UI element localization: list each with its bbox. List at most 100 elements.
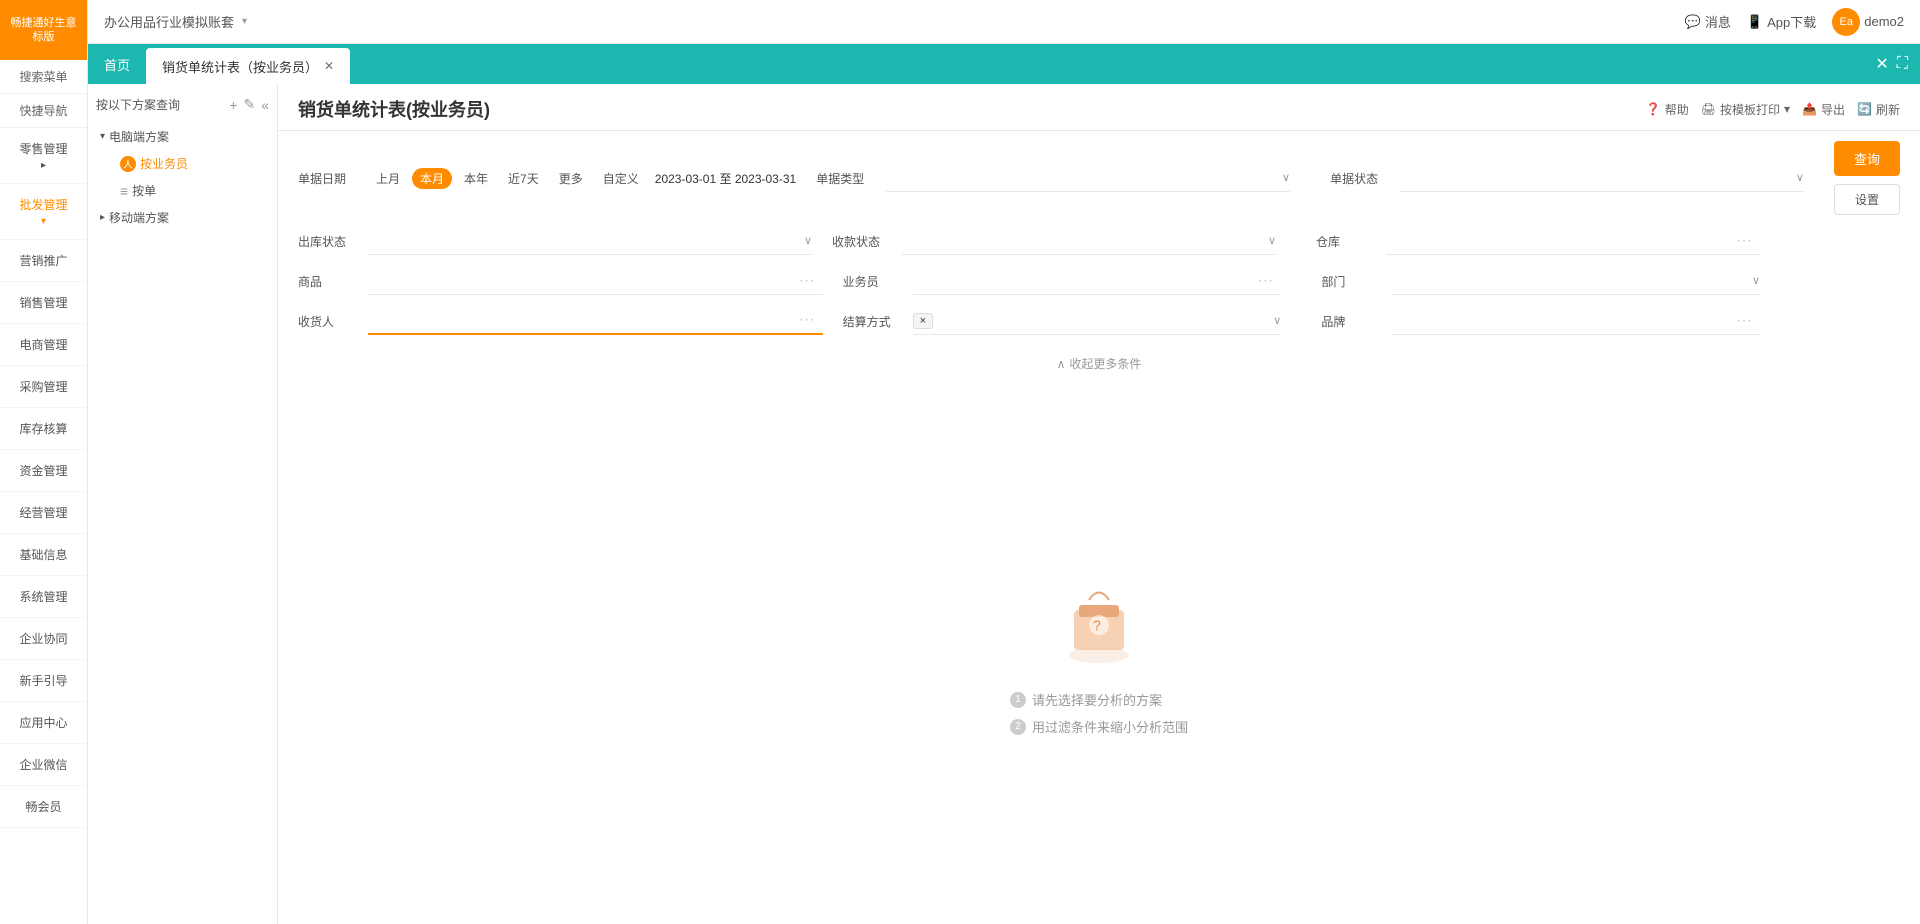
doc-status-arrow: ∨: [1796, 171, 1804, 184]
date-label: 单据日期: [298, 170, 368, 187]
edit-scheme-icon[interactable]: ✎: [243, 96, 255, 113]
collapse-label: 收起更多条件: [1069, 355, 1141, 372]
mobile-group-label: 移动端方案: [109, 209, 169, 226]
sidebar-item-inventory[interactable]: 库存核算: [0, 408, 87, 450]
add-scheme-icon[interactable]: +: [229, 97, 237, 113]
tab-close-icon[interactable]: ✕: [324, 59, 334, 73]
payment-status-arrow: ∨: [1268, 234, 1276, 247]
settlement-select[interactable]: × ∨: [913, 307, 1282, 335]
salesperson-field[interactable]: ···: [913, 267, 1282, 295]
app-download-btn[interactable]: 📱 App下载: [1747, 12, 1816, 31]
breadcrumb-dropdown-icon[interactable]: ▾: [242, 16, 247, 27]
left-panel-header: 按以下方案查询 + ✎ «: [96, 96, 269, 113]
last7-btn[interactable]: 近7天: [500, 168, 547, 189]
sidebar-search[interactable]: 搜索菜单: [0, 60, 87, 94]
export-btn[interactable]: 📤 导出: [1802, 101, 1845, 118]
tab-home[interactable]: 首页: [88, 44, 146, 84]
main-area: 办公用品行业模拟账套 ▾ 💬 消息 📱 App下载 Ea demo2 首页 销货…: [88, 0, 1920, 924]
salesperson-scheme-icon: 人: [120, 156, 136, 172]
sidebar-item-purchase[interactable]: 采购管理: [0, 366, 87, 408]
payment-status-label: 收款状态: [832, 233, 902, 250]
sidebar-item-sales[interactable]: 销售管理: [0, 282, 87, 324]
template-print-label: 按模板打印: [1720, 101, 1780, 118]
empty-illustration: ?: [1049, 570, 1149, 670]
doc-status-select[interactable]: ∨: [1400, 164, 1804, 192]
scheme-by-order[interactable]: ≡ 按单: [116, 177, 269, 204]
sales-label: 销售管理: [19, 294, 67, 311]
sidebar-item-marketing[interactable]: 营销推广: [0, 240, 87, 282]
tip-1-text: 请先选择要分析的方案: [1032, 690, 1162, 709]
desktop-group-label: 电脑端方案: [109, 128, 169, 145]
product-field[interactable]: ···: [368, 267, 823, 295]
last-month-btn[interactable]: 上月: [368, 168, 408, 189]
date-quick-btns: 上月 本月 本年 近7天 更多 自定义: [368, 168, 647, 189]
sidebar-item-operations[interactable]: 经营管理: [0, 492, 87, 534]
sidebar-item-finance[interactable]: 资金管理: [0, 450, 87, 492]
sidebar-item-ecommerce[interactable]: 电商管理: [0, 324, 87, 366]
sidebar-item-basic[interactable]: 基础信息: [0, 534, 87, 576]
tab-sales-stat[interactable]: 销货单统计表（按业务员） ✕: [146, 48, 350, 84]
date-range-value: 2023-03-01 至 2023-03-31: [655, 170, 796, 187]
collapse-conditions-btn[interactable]: ∧ 收起更多条件: [298, 347, 1900, 380]
collapse-icon: ∧: [1057, 357, 1066, 371]
right-content: 销货单统计表(按业务员) ❓ 帮助 🖨 按模板打印 ▾ 📤 导出: [278, 84, 1920, 924]
out-status-arrow: ∨: [804, 234, 812, 247]
refresh-btn[interactable]: 🔄 刷新: [1857, 101, 1900, 118]
brand-dots: ···: [1736, 312, 1752, 330]
username: demo2: [1864, 14, 1904, 29]
this-year-btn[interactable]: 本年: [456, 168, 496, 189]
page-header: 销货单统计表(按业务员) ❓ 帮助 🖨 按模板打印 ▾ 📤 导出: [278, 84, 1920, 131]
doc-type-select[interactable]: ∨: [886, 164, 1290, 192]
tab-fullscreen-icon[interactable]: ⛶: [1897, 55, 1908, 73]
sidebar-item-system[interactable]: 系统管理: [0, 576, 87, 618]
sidebar-item-member[interactable]: 畅会员: [0, 786, 87, 828]
tab-close-all-icon[interactable]: ✕: [1875, 54, 1888, 74]
refresh-label: 刷新: [1876, 101, 1900, 118]
filter-section: 单据日期 上月 本月 本年 近7天 更多 自定义 2023-03-01 至 20…: [278, 131, 1920, 390]
doc-status-label: 单据状态: [1330, 170, 1400, 187]
sidebar-item-corp[interactable]: 企业协同: [0, 618, 87, 660]
corpwechat-label: 企业微信: [19, 756, 67, 773]
brand-label: 品牌: [1321, 313, 1391, 330]
sidebar-item-retail[interactable]: 零售管理 ▸: [0, 128, 87, 184]
brand-field[interactable]: ···: [1391, 307, 1760, 335]
svg-text:?: ?: [1093, 617, 1101, 633]
tree-desktop-group[interactable]: ▾ 电脑端方案: [96, 123, 269, 150]
user-menu[interactable]: Ea demo2: [1832, 8, 1904, 36]
this-month-btn[interactable]: 本月: [412, 168, 452, 189]
collapse-panel-icon[interactable]: «: [261, 97, 269, 113]
query-button[interactable]: 查询: [1834, 141, 1900, 176]
operations-label: 经营管理: [19, 504, 67, 521]
top-header: 办公用品行业模拟账套 ▾ 💬 消息 📱 App下载 Ea demo2: [88, 0, 1920, 44]
more-btn[interactable]: 更多: [551, 168, 591, 189]
settings-button[interactable]: 设置: [1834, 184, 1900, 215]
settlement-tag-close[interactable]: ×: [920, 315, 926, 327]
sidebar-item-wholesale[interactable]: 批发管理 ▾: [0, 184, 87, 240]
finance-label: 资金管理: [19, 462, 67, 479]
help-label: 帮助: [1665, 101, 1689, 118]
retail-label: 零售管理: [19, 140, 67, 157]
help-btn[interactable]: ❓ 帮助: [1646, 101, 1689, 118]
sidebar-item-newbie[interactable]: 新手引导: [0, 660, 87, 702]
sidebar-item-appcenter[interactable]: 应用中心: [0, 702, 87, 744]
custom-btn[interactable]: 自定义: [595, 168, 647, 189]
export-icon: 📤: [1802, 102, 1817, 116]
sidebar-item-corpwechat[interactable]: 企业微信: [0, 744, 87, 786]
scheme-by-salesperson[interactable]: 人 按业务员: [116, 150, 269, 177]
warehouse-field[interactable]: ···: [1386, 227, 1760, 255]
dept-select[interactable]: ∨: [1391, 267, 1760, 295]
help-icon: ❓: [1646, 102, 1661, 116]
desktop-children: 人 按业务员 ≡ 按单: [96, 150, 269, 204]
app-download-label: App下载: [1767, 12, 1816, 31]
payment-status-select[interactable]: ∨: [902, 227, 1276, 255]
consignee-field[interactable]: ···: [368, 307, 823, 335]
page-title: 销货单统计表(按业务员): [298, 96, 490, 122]
message-btn[interactable]: 💬 消息: [1685, 12, 1731, 31]
template-print-btn[interactable]: 🖨 按模板打印 ▾: [1701, 101, 1790, 118]
consignee-label: 收货人: [298, 313, 368, 330]
retail-arrow: ▸: [41, 160, 46, 171]
tree-mobile-group[interactable]: ▸ 移动端方案: [96, 204, 269, 231]
logo-text: 畅捷通好生意: [11, 16, 77, 30]
out-status-select[interactable]: ∨: [368, 227, 812, 255]
sidebar-quick-nav[interactable]: 快捷导航: [0, 94, 87, 128]
